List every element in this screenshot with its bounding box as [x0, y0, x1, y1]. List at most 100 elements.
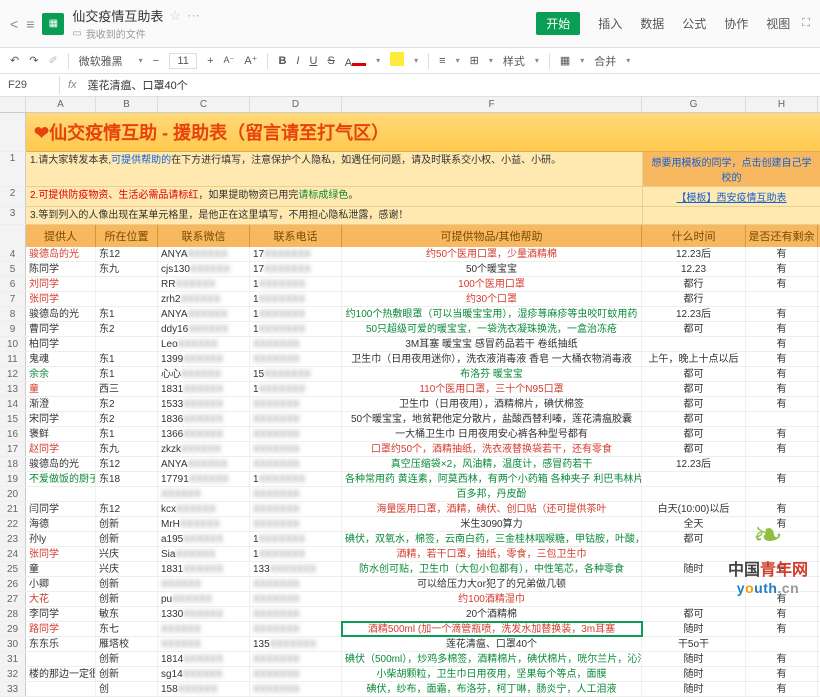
cell[interactable]: 布洛芬 暖宝宝	[342, 367, 642, 381]
cell[interactable]: 百多邦，丹皮酚	[342, 487, 642, 501]
cell[interactable]: XXXXXXX	[250, 427, 342, 441]
row-num[interactable]: 13	[0, 382, 26, 396]
cell[interactable]: 干5o干	[642, 637, 746, 651]
table-row[interactable]: 23孙ly创新a195XXXXXX1XXXXXXX碘伏，双氧水，棉签，云南白药，…	[0, 532, 820, 547]
cell[interactable]: 1XXXXXXX	[250, 307, 342, 321]
cell[interactable]: XXXXXXX	[250, 457, 342, 471]
cell[interactable]: 有	[746, 307, 818, 321]
cell[interactable]: 李同学	[26, 607, 96, 621]
cell[interactable]: 随时	[642, 667, 746, 681]
cell[interactable]: 1831XXXXXX	[158, 382, 250, 396]
row-num[interactable]: 22	[0, 517, 26, 531]
tab-data[interactable]: 数据	[640, 15, 664, 32]
cell[interactable]: 创新	[96, 517, 158, 531]
cell-reference[interactable]: F29	[0, 76, 60, 94]
cell[interactable]: 童	[26, 382, 96, 396]
formula-bar[interactable]: 莲花清瘟、口罩40个	[85, 74, 820, 96]
fill-color[interactable]	[390, 52, 404, 69]
cell[interactable]: XXXXXX	[158, 487, 250, 501]
cell[interactable]: XXXXXXX	[250, 577, 342, 591]
cell[interactable]	[642, 577, 746, 591]
row-num[interactable]: 12	[0, 367, 26, 381]
cell[interactable]	[642, 547, 746, 561]
cell[interactable]: 随时	[642, 562, 746, 576]
tab-formula[interactable]: 公式	[682, 15, 706, 32]
tab-start[interactable]: 开始	[536, 12, 580, 35]
paint-icon[interactable]: ✐	[48, 54, 57, 67]
cell[interactable]: 张同学	[26, 292, 96, 306]
cell[interactable]: 路同学	[26, 622, 96, 636]
cell[interactable]: 1XXXXXXX	[250, 292, 342, 306]
table-row[interactable]: 30东东乐雁塔校XXXXXX135XXXXXXX莲花清瘟、口罩40个干5o干	[0, 637, 820, 652]
cell[interactable]: 西三	[96, 382, 158, 396]
cell[interactable]: cjs130XXXXXX	[158, 262, 250, 276]
bold-button[interactable]: B	[278, 55, 286, 67]
cell[interactable]	[746, 292, 818, 306]
cell[interactable]: 雁塔校	[96, 637, 158, 651]
format-button[interactable]: 样式	[503, 53, 525, 69]
tab-view[interactable]: 视图	[766, 15, 790, 32]
cell[interactable]: 有	[746, 682, 818, 696]
cell[interactable]	[746, 547, 818, 561]
row-num[interactable]: 27	[0, 592, 26, 606]
cell[interactable]: 酒精500ml (加一个滴管瓶喷，洗发水加替换装，3m耳塞	[342, 622, 642, 636]
cell[interactable]: 有	[746, 427, 818, 441]
table-row[interactable]: 12余余东1心心XXXXXX15XXXXXXX布洛芬 暖宝宝都可有	[0, 367, 820, 382]
table-row[interactable]: 19不爱做饭的厨子东1817791XXXXXX1XXXXXXX各种常用药 黄连素…	[0, 472, 820, 487]
cell[interactable]	[642, 337, 746, 351]
cell[interactable]: 有	[746, 322, 818, 336]
row-num[interactable]: 19	[0, 472, 26, 486]
cell[interactable]: 渐澄	[26, 397, 96, 411]
a-inc[interactable]: A⁺	[244, 54, 257, 67]
cell[interactable]: 50个暖宝宝	[342, 262, 642, 276]
cell[interactable]: 张同学	[26, 547, 96, 561]
cell[interactable]: 各种常用药 黄连素，阿莫西林，有两个小药箱 各种夹子 利巴韦林片，吗丁啉，感冒灵…	[342, 472, 642, 486]
cell[interactable]: 有	[746, 247, 818, 261]
cell[interactable]: 白天(10:00)以后	[642, 502, 746, 516]
cell[interactable]: 158XXXXXX	[158, 682, 250, 696]
cell[interactable]: kcxXXXXXX	[158, 502, 250, 516]
cell[interactable]: 都可	[642, 322, 746, 336]
cell[interactable]: 都行	[642, 277, 746, 291]
cell[interactable]: 创新	[96, 592, 158, 606]
more-icon[interactable]: ⋯	[187, 8, 200, 24]
cell[interactable]: 有	[746, 367, 818, 381]
table-row[interactable]: 13童西三1831XXXXXX1XXXXXXX110个医用口罩，三十个N95口罩…	[0, 382, 820, 397]
cell[interactable]	[642, 592, 746, 606]
cell[interactable]: 都行	[642, 292, 746, 306]
col-B[interactable]: B	[96, 97, 158, 112]
cell[interactable]: 东东乐	[26, 637, 96, 651]
cell[interactable]: 20个酒精棉	[342, 607, 642, 621]
cell[interactable]: 口罩约50个，酒精抽纸，洗衣液替换袋若干，还有零食	[342, 442, 642, 456]
underline-button[interactable]: U	[309, 55, 317, 67]
cell[interactable]: 骏德岛的光	[26, 457, 96, 471]
cell[interactable]: 海德	[26, 517, 96, 531]
cell[interactable]	[746, 532, 818, 546]
cell[interactable]: 兴庆	[96, 562, 158, 576]
cell[interactable]: 有	[746, 472, 818, 486]
cell[interactable]: 东1	[96, 427, 158, 441]
cell[interactable]: 碘伏（500ml），炒鸡多棉签，酒精棉片，碘伏棉片，咣尔兰片，沁浴露	[342, 652, 642, 666]
cell[interactable]: 酒精，若干口罩，抽纸，零食，三包卫生巾	[342, 547, 642, 561]
cell[interactable]: 创新	[96, 577, 158, 591]
a-dec[interactable]: A⁻	[224, 55, 235, 66]
cell[interactable]: 12.23	[642, 262, 746, 276]
table-row[interactable]: 26小卿创新XXXXXXXXXXXXX可以给压力大or犯了的兄弟做几顿	[0, 577, 820, 592]
table-row[interactable]: 27大花创新puXXXXXXXXXXXXX约100酒精湿巾有	[0, 592, 820, 607]
table-row[interactable]: 31创新1814XXXXXXXXXXXXX碘伏（500ml），炒鸡多棉签，酒精棉…	[0, 652, 820, 667]
row-num[interactable]: 26	[0, 577, 26, 591]
cell[interactable]: ANYAXXXXXX	[158, 457, 250, 471]
cell[interactable]: XXXXXX	[158, 622, 250, 636]
cell[interactable]	[746, 577, 818, 591]
cell[interactable]: 都可	[642, 382, 746, 396]
cell[interactable]: 都可	[642, 397, 746, 411]
table-row[interactable]: 29路同学东七XXXXXXXXXXXXX酒精500ml (加一个滴管瓶喷，洗发水…	[0, 622, 820, 637]
cell[interactable]: 有	[746, 667, 818, 681]
fx-icon[interactable]: fx	[60, 79, 85, 91]
cell[interactable]: 135XXXXXXX	[250, 637, 342, 651]
cell[interactable]: 东七	[96, 622, 158, 636]
col-H[interactable]: H	[746, 97, 818, 112]
cell[interactable]: 大花	[26, 592, 96, 606]
font-select[interactable]: 微软雅黑	[79, 53, 129, 69]
cell[interactable]: 兴庆	[96, 547, 158, 561]
